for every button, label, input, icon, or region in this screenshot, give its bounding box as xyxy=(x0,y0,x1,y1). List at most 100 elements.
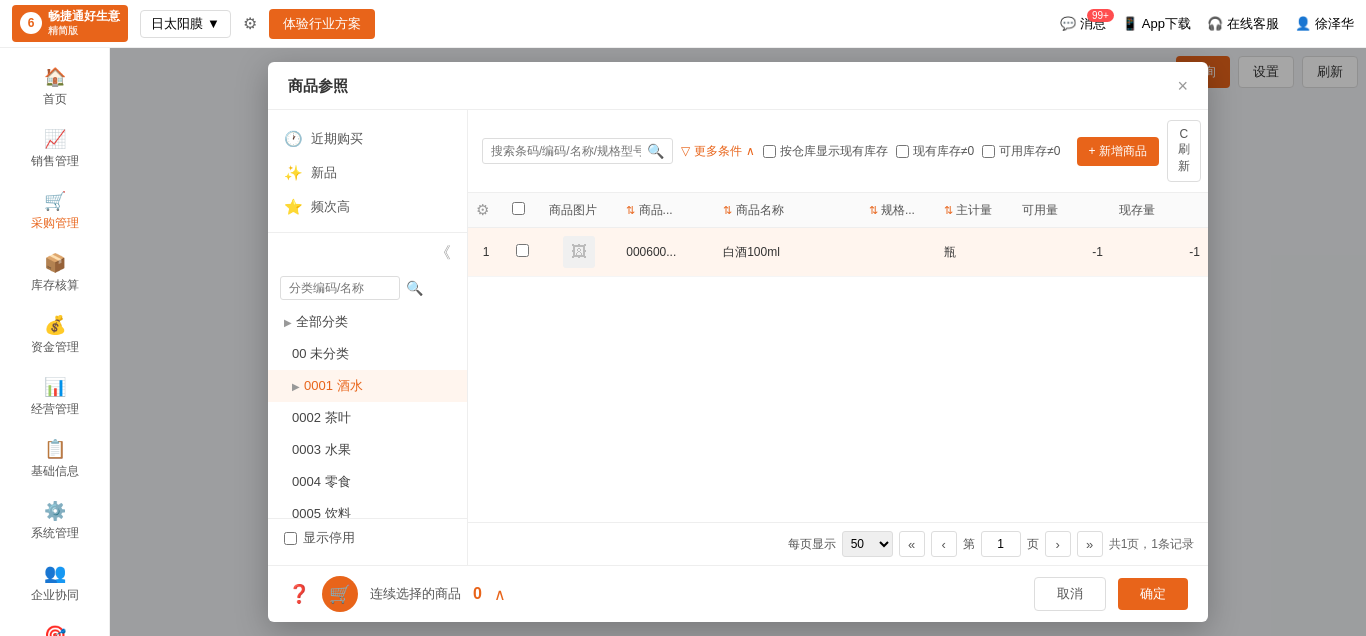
cancel-button[interactable]: 取消 xyxy=(1034,577,1106,611)
filter-label: 更多条件 xyxy=(694,143,742,160)
sort-spec-icon[interactable]: ⇅ xyxy=(869,204,878,216)
message-icon: 💬 xyxy=(1060,16,1076,31)
sidebar-item-home[interactable]: 🏠 首页 xyxy=(0,56,109,118)
sidebar-item-operation[interactable]: 📊 经营管理 xyxy=(0,366,109,428)
filter-button[interactable]: ▽ 更多条件 ∧ xyxy=(681,143,755,160)
pagination: 每页显示 50 100 200 « ‹ 第 页 › xyxy=(468,522,1208,565)
app-download-nav[interactable]: 📱 App下载 xyxy=(1122,15,1191,33)
row-stock: -1 xyxy=(1111,228,1208,277)
th-checkbox xyxy=(504,193,540,228)
modal-body: 🕐 近期购买 ✨ 新品 ⭐ 频次高 xyxy=(268,110,1208,565)
sidebar-item-sales-label: 销售管理 xyxy=(31,153,79,170)
select-all-checkbox[interactable] xyxy=(512,202,525,215)
help-icon[interactable]: ❓ xyxy=(288,583,310,605)
sidebar-item-system[interactable]: ⚙️ 系统管理 xyxy=(0,490,109,552)
cat-label: 全部分类 xyxy=(296,313,348,331)
sidebar-item-finance[interactable]: 💰 资金管理 xyxy=(0,304,109,366)
product-reference-modal: 商品参照 × 🕐 近期购买 ✨ 新 xyxy=(268,62,1208,622)
cat-item-0005[interactable]: 0005 饮料 xyxy=(268,498,467,518)
next-page-button[interactable]: › xyxy=(1045,531,1071,557)
row-checkbox[interactable] xyxy=(516,244,529,257)
footer-collapse-icon[interactable]: ∧ xyxy=(494,585,506,604)
sort-unit-icon[interactable]: ⇅ xyxy=(944,204,953,216)
guide-icon: 🎯 xyxy=(44,624,66,636)
check-warehouse-label[interactable]: 按仓库显示现有库存 xyxy=(763,143,888,160)
table-settings-icon[interactable]: ⚙ xyxy=(476,201,489,218)
sidebar-item-purchase[interactable]: 🛒 采购管理 xyxy=(0,180,109,242)
sidebar-item-inventory[interactable]: 📦 库存核算 xyxy=(0,242,109,304)
modal-right-panel: 🔍 ▽ 更多条件 ∧ 按仓库显示现有库存 xyxy=(468,110,1208,565)
sidebar-item-system-label: 系统管理 xyxy=(31,525,79,542)
prev-page-button[interactable]: ‹ xyxy=(931,531,957,557)
category-search-input[interactable] xyxy=(280,276,400,300)
search-icon[interactable]: 🔍 xyxy=(647,143,664,159)
th-unit: ⇅ 主计量 xyxy=(936,193,1014,228)
new-product-item[interactable]: ✨ 新品 xyxy=(268,156,467,190)
store-selector[interactable]: 日太阳膜 ▼ xyxy=(140,10,231,38)
row-code: 000600... xyxy=(618,228,715,277)
table-row[interactable]: 1 🖼 xyxy=(468,228,1208,277)
frequent-item[interactable]: ⭐ 频次高 xyxy=(268,190,467,224)
th-stock: 现存量 xyxy=(1111,193,1208,228)
category-search-icon[interactable]: 🔍 xyxy=(406,280,423,296)
sidebar-item-sales[interactable]: 📈 销售管理 xyxy=(0,118,109,180)
cat-item-0002[interactable]: 0002 茶叶 xyxy=(268,402,467,434)
refresh-button[interactable]: C 刷新 xyxy=(1167,120,1201,182)
sidebar-item-basic-info[interactable]: 📋 基础信息 xyxy=(0,428,109,490)
user-menu[interactable]: 👤 徐泽华 xyxy=(1295,15,1354,33)
trial-button[interactable]: 体验行业方案 xyxy=(269,9,375,39)
new-product-label: 新品 xyxy=(311,164,337,182)
page-number-input[interactable] xyxy=(981,531,1021,557)
check-warehouse[interactable] xyxy=(763,145,776,158)
add-product-button[interactable]: + 新增商品 xyxy=(1077,137,1159,166)
app-download-label: App下载 xyxy=(1142,15,1191,33)
sidebar-item-operation-label: 经营管理 xyxy=(31,401,79,418)
sidebar-item-guide[interactable]: 🎯 新手引导 xyxy=(0,614,109,636)
check-existing-label[interactable]: 现有库存≠0 xyxy=(896,143,974,160)
product-image: 🖼 xyxy=(563,236,595,268)
logo-icon: 6 xyxy=(20,12,42,34)
sort-code-icon[interactable]: ⇅ xyxy=(626,204,635,216)
page-size-select[interactable]: 50 100 200 xyxy=(842,531,893,557)
check-available[interactable] xyxy=(982,145,995,158)
product-search-input[interactable] xyxy=(491,144,641,158)
cat-item-00[interactable]: 00 未分类 xyxy=(268,338,467,370)
cat-item-all[interactable]: ▶ 全部分类 xyxy=(268,306,467,338)
basic-info-icon: 📋 xyxy=(44,438,66,460)
check-available-label[interactable]: 可用库存≠0 xyxy=(982,143,1060,160)
check-existing[interactable] xyxy=(896,145,909,158)
frequent-icon: ⭐ xyxy=(284,198,303,216)
recent-purchase-item[interactable]: 🕐 近期购买 xyxy=(268,122,467,156)
cart-icon[interactable]: 🛒 xyxy=(322,576,358,612)
modal-close-button[interactable]: × xyxy=(1177,76,1188,97)
user-name: 徐泽华 xyxy=(1315,15,1354,33)
filter-arrow: ∧ xyxy=(746,144,755,158)
last-page-button[interactable]: » xyxy=(1077,531,1103,557)
logo: 6 畅捷通好生意 精简版 xyxy=(12,5,128,41)
confirm-button[interactable]: 确定 xyxy=(1118,578,1188,610)
headset-icon: 🎧 xyxy=(1207,16,1223,31)
message-nav[interactable]: 💬 消息 99+ xyxy=(1060,15,1106,33)
filter-icon: ▽ xyxy=(681,144,690,158)
sidebar-item-finance-label: 资金管理 xyxy=(31,339,79,356)
first-page-button[interactable]: « xyxy=(899,531,925,557)
avatar: 👤 xyxy=(1295,16,1311,31)
recent-purchase-label: 近期购买 xyxy=(311,130,363,148)
collapse-left-button[interactable]: 《 xyxy=(427,239,459,268)
row-index: 1 xyxy=(468,228,504,277)
sidebar-item-enterprise[interactable]: 👥 企业协同 xyxy=(0,552,109,614)
sidebar-item-purchase-label: 采购管理 xyxy=(31,215,79,232)
settings-icon[interactable]: ⚙ xyxy=(243,14,257,33)
row-checkbox-cell xyxy=(504,228,540,277)
sort-name-icon[interactable]: ⇅ xyxy=(723,204,732,216)
row-spec xyxy=(861,228,937,277)
service-nav[interactable]: 🎧 在线客服 xyxy=(1207,15,1279,33)
selected-count: 0 xyxy=(473,585,482,603)
cat-arrow: ▶ xyxy=(284,317,292,328)
cat-item-0003[interactable]: 0003 水果 xyxy=(268,434,467,466)
modal-footer: ❓ 🛒 连续选择的商品 0 ∧ 取消 确定 xyxy=(268,565,1208,622)
product-table: ⚙ 商品图片 xyxy=(468,193,1208,277)
show-disabled-checkbox[interactable] xyxy=(284,532,297,545)
cat-item-0001[interactable]: ▶ 0001 酒水 xyxy=(268,370,467,402)
cat-item-0004[interactable]: 0004 零食 xyxy=(268,466,467,498)
